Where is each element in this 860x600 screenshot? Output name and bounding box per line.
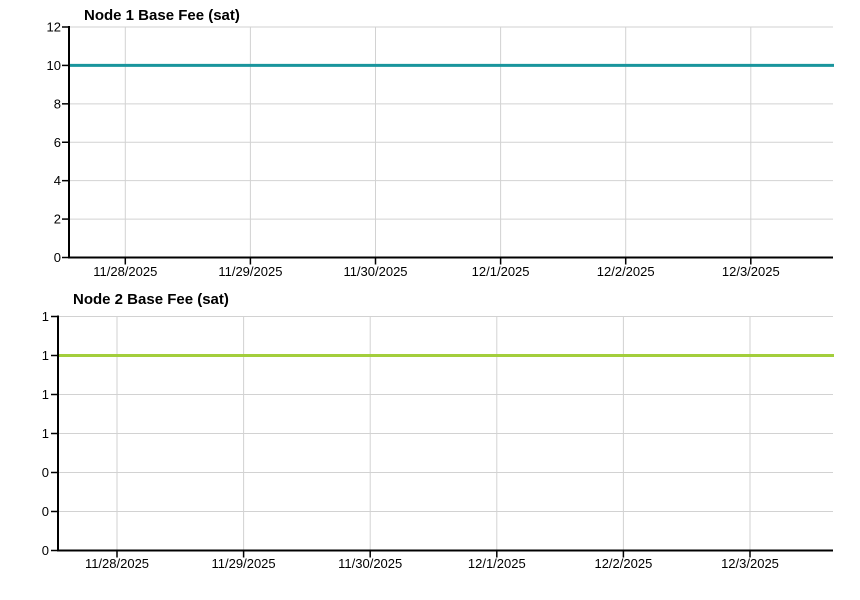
x-tick-label: 11/29/2025 (218, 264, 282, 279)
y-tick-label: 8 (54, 96, 61, 111)
y-tick-label: 0 (42, 543, 49, 558)
charts-canvas: Node 1 Base Fee (sat) 12108642011/28/202… (42, 7, 834, 571)
x-tick-label: 12/1/2025 (472, 264, 530, 279)
y-tick-label: 0 (54, 250, 61, 265)
x-tick-label: 12/2/2025 (594, 556, 652, 571)
x-tick-label: 12/2/2025 (597, 264, 655, 279)
y-tick-label: 0 (42, 465, 49, 480)
x-tick-label: 11/28/2025 (93, 264, 157, 279)
chart-node2-base-fee: Node 2 Base Fee (sat) 111100011/28/2025 1… (42, 291, 834, 571)
y-tick-label: 10 (47, 58, 61, 73)
chart1-plot-area: 12 10 8 6 4 2 0 11/28/2025 11/29/2025 11/30/2025 1… (47, 20, 834, 279)
x-tick-label: 11/30/2025 (343, 264, 407, 279)
x-tick-label: 12/1/2025 (468, 556, 526, 571)
x-tick-label: 11/30/2025 (338, 556, 402, 571)
chart-node1-base-fee: Node 1 Base Fee (sat) 12 10 8 6 4 2 0 11/28/202… (47, 7, 834, 279)
fee-dashboard: Node 1 Base Fee (sat) 12 10 8 6 4 2 0 11/28/202… (0, 0, 860, 600)
chart2-plot-area: 1 1 1 1 0 0 0 11/28/2025 11/29/2025 11/30/2025 12/… (42, 309, 834, 571)
chart1-title: Node 1 Base Fee (sat) (84, 7, 240, 24)
chart2-title: Node 2 Base Fee (sat) (73, 291, 229, 308)
y-tick-label: 12 (47, 20, 61, 35)
y-tick-label: 0 (42, 504, 49, 519)
x-tick-label: 12/3/2025 (722, 264, 780, 279)
y-tick-label: 6 (54, 135, 61, 150)
y-tick-label: 1 (42, 426, 49, 441)
x-tick-label: 11/28/2025 (85, 556, 149, 571)
y-tick-label: 1 (42, 309, 49, 324)
x-tick-label: 12/3/2025 (721, 556, 779, 571)
y-tick-label: 1 (42, 348, 49, 363)
y-tick-label: 1 (42, 387, 49, 402)
y-tick-label: 4 (54, 173, 61, 188)
x-tick-label: 11/29/2025 (212, 556, 276, 571)
y-tick-label: 2 (54, 212, 61, 227)
